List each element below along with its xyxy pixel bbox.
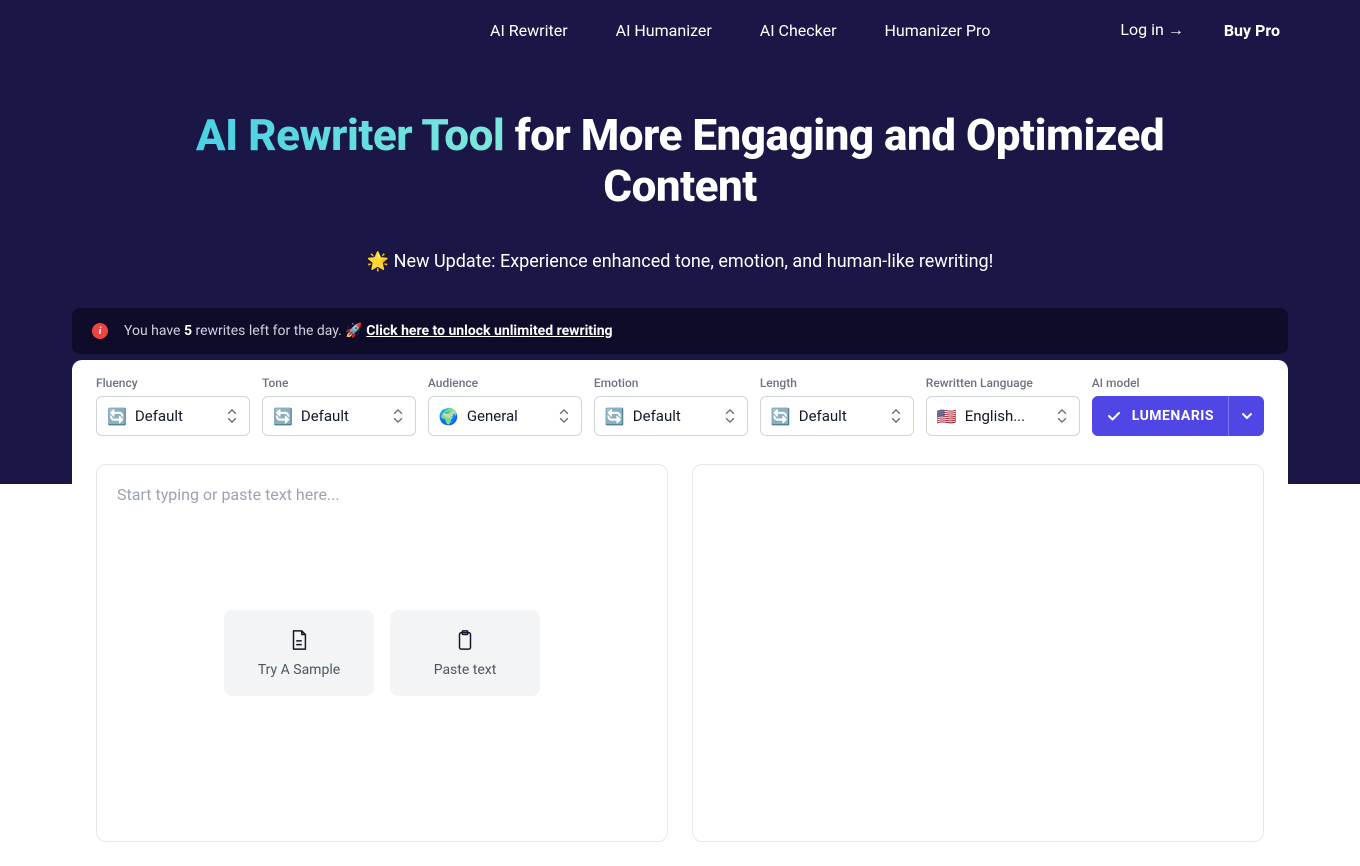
tone-value: Default xyxy=(301,407,349,425)
tone-control: Tone 🔄 Default xyxy=(262,376,416,436)
nav-link-humanizer[interactable]: AI Humanizer xyxy=(616,21,712,40)
pane-buttons: Try A Sample Paste text xyxy=(224,610,540,696)
fluency-value: Default xyxy=(135,407,183,425)
model-dropdown[interactable] xyxy=(1228,396,1264,436)
chevron-updown-icon xyxy=(723,407,737,425)
emotion-select[interactable]: 🔄 Default xyxy=(594,396,748,436)
refresh-icon: 🔄 xyxy=(273,407,293,426)
language-select[interactable]: 🇺🇸 English... xyxy=(926,396,1080,436)
chevron-updown-icon xyxy=(557,407,571,425)
unlock-link[interactable]: Click here to unlock unlimited rewriting xyxy=(366,323,612,339)
paste-text-label: Paste text xyxy=(434,662,497,678)
flag-us-icon: 🇺🇸 xyxy=(937,407,957,426)
chevron-updown-icon xyxy=(1055,407,1069,425)
language-control: Rewritten Language 🇺🇸 English... xyxy=(926,376,1080,436)
controls-row: Fluency 🔄 Default Tone 🔄 Default Audienc… xyxy=(96,376,1264,436)
tone-label: Tone xyxy=(262,376,416,390)
tone-select[interactable]: 🔄 Default xyxy=(262,396,416,436)
fluency-control: Fluency 🔄 Default xyxy=(96,376,250,436)
nav-link-checker[interactable]: AI Checker xyxy=(760,21,837,40)
page-title: AI Rewriter Tool for More Engaging and O… xyxy=(120,110,1240,211)
refresh-icon: 🔄 xyxy=(771,407,791,426)
length-select[interactable]: 🔄 Default xyxy=(760,396,914,436)
top-nav: AI Rewriter AI Humanizer AI Checker Huma… xyxy=(0,0,1360,60)
notice-count: 5 xyxy=(184,323,192,339)
chevron-updown-icon xyxy=(225,407,239,425)
input-pane[interactable]: Start typing or paste text here... Try A… xyxy=(96,464,668,842)
info-icon: i xyxy=(92,323,108,339)
emotion-label: Emotion xyxy=(594,376,748,390)
document-icon xyxy=(288,628,310,652)
tool-panel: Fluency 🔄 Default Tone 🔄 Default Audienc… xyxy=(72,360,1288,866)
nav-link-humanizer-pro[interactable]: Humanizer Pro xyxy=(885,21,991,40)
paste-text-button[interactable]: Paste text xyxy=(390,610,540,696)
nav-right: Log in → Buy Pro xyxy=(1120,20,1280,40)
notice-text: You have 5 rewrites left for the day. 🚀 … xyxy=(124,323,613,339)
language-value: English... xyxy=(965,407,1025,425)
notice-pre: You have xyxy=(124,323,184,339)
output-pane xyxy=(692,464,1264,842)
title-rest: for More Engaging and Optimized Content xyxy=(504,109,1164,212)
hero-content: AI Rewriter Tool for More Engaging and O… xyxy=(0,110,1360,272)
notice-post: rewrites left for the day. 🚀 xyxy=(192,323,366,339)
text-areas: Start typing or paste text here... Try A… xyxy=(96,464,1264,842)
refresh-icon: 🔄 xyxy=(605,407,625,426)
hero-subtitle: 🌟 New Update: Experience enhanced tone, … xyxy=(120,251,1240,272)
login-link[interactable]: Log in → xyxy=(1120,20,1183,40)
chevron-updown-icon xyxy=(391,407,405,425)
language-label: Rewritten Language xyxy=(926,376,1080,390)
audience-value: General xyxy=(467,407,518,425)
tool-wrapper: i You have 5 rewrites left for the day. … xyxy=(72,308,1288,866)
length-label: Length xyxy=(760,376,914,390)
check-icon xyxy=(1106,408,1122,424)
refresh-icon: 🔄 xyxy=(107,407,127,426)
model-label: AI model xyxy=(1092,376,1264,390)
emotion-control: Emotion 🔄 Default xyxy=(594,376,748,436)
globe-icon: 🌍 xyxy=(439,407,459,426)
fluency-label: Fluency xyxy=(96,376,250,390)
title-gradient: AI Rewriter Tool xyxy=(196,109,504,161)
input-placeholder: Start typing or paste text here... xyxy=(117,485,340,504)
length-value: Default xyxy=(799,407,847,425)
chevron-down-icon xyxy=(1239,408,1255,424)
audience-label: Audience xyxy=(428,376,582,390)
length-control: Length 🔄 Default xyxy=(760,376,914,436)
model-button-group: LUMENARIS xyxy=(1092,396,1264,436)
nav-center: AI Rewriter AI Humanizer AI Checker Huma… xyxy=(490,21,990,40)
audience-control: Audience 🌍 General xyxy=(428,376,582,436)
buy-pro-link[interactable]: Buy Pro xyxy=(1224,21,1280,40)
fluency-select[interactable]: 🔄 Default xyxy=(96,396,250,436)
quota-notice: i You have 5 rewrites left for the day. … xyxy=(72,308,1288,354)
model-control: AI model LUMENARIS xyxy=(1092,376,1264,436)
nav-link-rewriter[interactable]: AI Rewriter xyxy=(490,21,568,40)
model-value: LUMENARIS xyxy=(1132,408,1214,424)
clipboard-icon xyxy=(454,628,476,652)
try-sample-label: Try A Sample xyxy=(258,662,340,678)
model-button[interactable]: LUMENARIS xyxy=(1092,396,1228,436)
emotion-value: Default xyxy=(633,407,681,425)
chevron-updown-icon xyxy=(889,407,903,425)
try-sample-button[interactable]: Try A Sample xyxy=(224,610,374,696)
audience-select[interactable]: 🌍 General xyxy=(428,396,582,436)
